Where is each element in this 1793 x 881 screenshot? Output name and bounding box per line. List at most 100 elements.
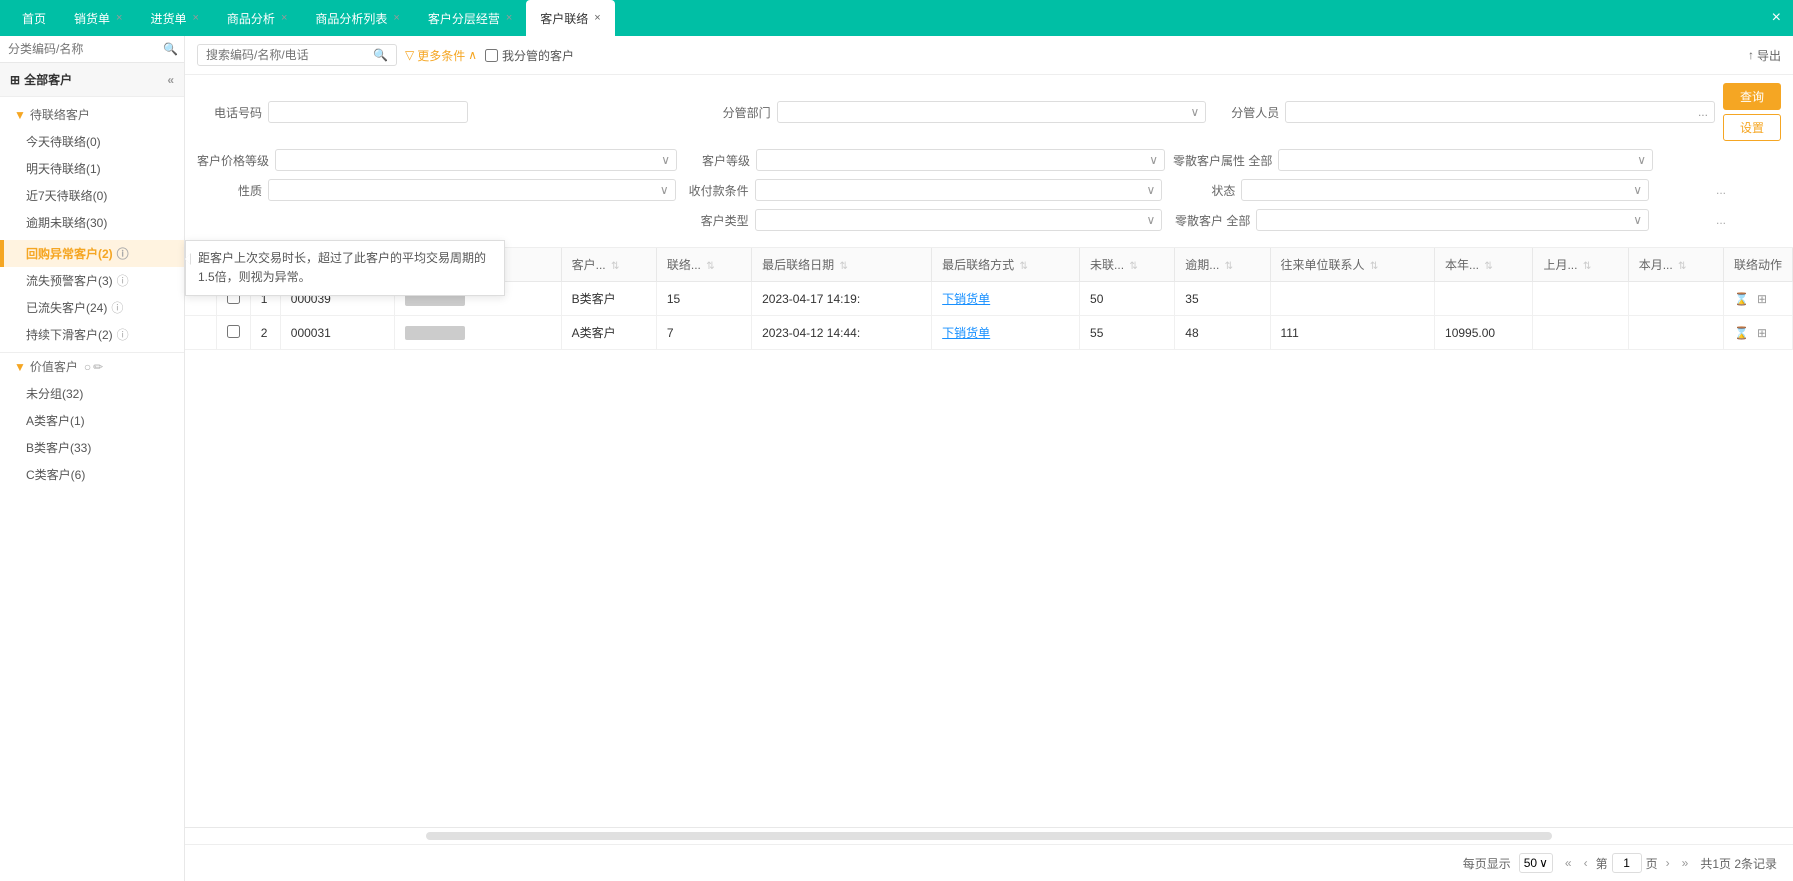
horizontal-scrollbar[interactable]: [426, 832, 1552, 840]
sidebar-search-icon[interactable]: 🔍: [163, 42, 178, 56]
all-customers-section: ⊞ 全部客户 «: [0, 63, 184, 97]
nav-customer-tier[interactable]: 客户分层经营 ×: [414, 0, 526, 36]
action-icon-1[interactable]: ⌛: [1734, 326, 1749, 340]
contact-col[interactable]: 联络... ⇅: [656, 248, 751, 282]
scattered-customer-select[interactable]: ∨: [1256, 209, 1649, 231]
this-month-col[interactable]: 本月... ⇅: [1628, 248, 1723, 282]
info-icon-loss[interactable]: ⓘ: [117, 272, 129, 289]
class-a-customers[interactable]: A类客户(1): [0, 407, 184, 434]
customer-type-label: 客户类型: [684, 212, 749, 229]
chevron-down-icon2: ∨: [661, 153, 670, 167]
today-pending[interactable]: 今天待联络(0): [0, 128, 184, 155]
tomorrow-pending[interactable]: 明天待联络(1): [0, 155, 184, 182]
action-icon-2[interactable]: ⊞: [1757, 326, 1767, 340]
scattered-attr-select[interactable]: ∨: [1278, 149, 1653, 171]
info-icon-lost[interactable]: ⓘ: [111, 299, 123, 316]
customer-type-select[interactable]: ∨: [755, 209, 1163, 231]
row-code: 000031: [280, 316, 395, 350]
row-checkbox[interactable]: [216, 316, 250, 350]
row-last-contact-method[interactable]: 下销货单: [932, 316, 1080, 350]
window-close-button[interactable]: ×: [1772, 9, 1781, 27]
chevron-down-icon8: ∨: [1147, 213, 1156, 227]
phone-input[interactable]: [268, 101, 468, 123]
action-icon-1[interactable]: ⌛: [1734, 292, 1749, 306]
repurchase-abnormal-item[interactable]: 回购异常客户(2) ⓘ: [0, 240, 184, 267]
filter-icon: ▽: [405, 48, 414, 62]
manager-field: 分管人员 ...: [1214, 101, 1715, 123]
unit-contact-col[interactable]: 往来单位联系人 ⇅: [1270, 248, 1435, 282]
first-page-button[interactable]: «: [1561, 854, 1576, 872]
pending-contact-title[interactable]: ▼ 待联络客户: [0, 101, 184, 128]
customer-level-select[interactable]: ∨: [756, 149, 1165, 171]
loss-warning[interactable]: 流失预警客户(3) ⓘ: [0, 267, 184, 294]
page-number-input[interactable]: [1612, 853, 1642, 873]
info-icon-decline[interactable]: ⓘ: [117, 326, 129, 343]
sort-icon-date: ⇅: [839, 261, 847, 272]
action-icon-2[interactable]: ⊞: [1757, 292, 1767, 306]
row-actions: ⌛ ⊞: [1723, 282, 1792, 316]
close-customer-tier[interactable]: ×: [506, 12, 512, 24]
overdue-col[interactable]: 逾期... ⇅: [1175, 248, 1270, 282]
settings-button[interactable]: 设置: [1723, 114, 1781, 141]
this-year-col[interactable]: 本年... ⇅: [1435, 248, 1533, 282]
contact-method-link[interactable]: 下销货单: [942, 292, 990, 306]
pagination-bar: 每页显示 50 ∨ « ‹ 第 页 › » 共1页 2条记录: [185, 844, 1793, 881]
uncontacted-col[interactable]: 未联... ⇅: [1080, 248, 1175, 282]
collapse-button[interactable]: «: [167, 73, 174, 87]
more-filter-dots2[interactable]: ...: [1661, 213, 1781, 227]
query-button[interactable]: 查询: [1723, 83, 1781, 110]
payment-select[interactable]: ∨: [755, 179, 1163, 201]
nav-product-analysis[interactable]: 商品分析 ×: [213, 0, 301, 36]
edit-icon2[interactable]: ✏: [93, 360, 103, 374]
level-col[interactable]: 客户... ⇅: [561, 248, 656, 282]
close-product-analysis-list[interactable]: ×: [393, 12, 399, 24]
close-sales-order[interactable]: ×: [116, 12, 122, 24]
close-product-analysis[interactable]: ×: [281, 12, 287, 24]
nav-sales-order[interactable]: 销货单 ×: [60, 0, 136, 36]
row-actions: ⌛ ⊞: [1723, 316, 1792, 350]
info-icon[interactable]: ⓘ: [117, 245, 129, 262]
continuous-decline[interactable]: 持续下滑客户(2) ⓘ: [0, 321, 184, 348]
unclassified-group[interactable]: 未分组(32): [0, 380, 184, 407]
sidebar-search-input[interactable]: [8, 42, 163, 56]
department-select[interactable]: ∨: [777, 101, 1207, 123]
my-customers-checkbox[interactable]: [485, 49, 498, 62]
price-level-select[interactable]: ∨: [275, 149, 677, 171]
row-name: [395, 316, 561, 350]
next-page-button[interactable]: ›: [1662, 854, 1674, 872]
nature-select[interactable]: ∨: [268, 179, 676, 201]
per-page-select[interactable]: 50 ∨: [1519, 853, 1553, 873]
edit-icon[interactable]: ○: [84, 360, 91, 374]
search-icon[interactable]: 🔍: [373, 48, 388, 62]
overdue-not-contacted[interactable]: 逾期未联络(30): [0, 209, 184, 236]
nav-product-analysis-list[interactable]: 商品分析列表 ×: [301, 0, 413, 36]
nav-customer-contact[interactable]: 客户联络 ×: [526, 0, 614, 36]
manager-select[interactable]: ...: [1285, 101, 1715, 123]
close-customer-contact[interactable]: ×: [594, 12, 600, 24]
row-select-checkbox[interactable]: [227, 325, 240, 338]
class-c-customers[interactable]: C类客户(6): [0, 461, 184, 488]
close-purchase-order[interactable]: ×: [192, 12, 198, 24]
filter-bar: 🔍 ▽ 更多条件 ∧ 我分管的客户 ↑ 导出: [185, 36, 1793, 75]
more-filter-dots[interactable]: ...: [1661, 183, 1781, 197]
status-select[interactable]: ∨: [1241, 179, 1649, 201]
payment-condition-field: 收付款条件 ∨: [684, 179, 1163, 201]
value-customer-group-title[interactable]: ▼ 价值客户 ○ ✏: [0, 352, 184, 380]
row-overdue: 48: [1175, 316, 1270, 350]
class-b-customers[interactable]: B类客户(33): [0, 434, 184, 461]
search-input[interactable]: [206, 48, 373, 62]
last-contact-date-col[interactable]: 最后联络日期 ⇅: [752, 248, 932, 282]
row-last-contact-method[interactable]: 下销货单: [932, 282, 1080, 316]
more-conditions-button[interactable]: ▽ 更多条件 ∧: [405, 47, 477, 64]
export-button[interactable]: ↑ 导出: [1748, 47, 1781, 64]
nav-purchase-order[interactable]: 进货单 ×: [136, 0, 212, 36]
last-page-button[interactable]: »: [1678, 854, 1693, 872]
last-contact-method-col[interactable]: 最后联络方式 ⇅: [932, 248, 1080, 282]
contact-method-link[interactable]: 下销货单: [942, 326, 990, 340]
last-month-col[interactable]: 上月... ⇅: [1533, 248, 1628, 282]
customer-name-blur: [405, 326, 465, 340]
prev-page-button[interactable]: ‹: [1580, 854, 1592, 872]
week-pending[interactable]: 近7天待联络(0): [0, 182, 184, 209]
already-lost[interactable]: 已流失客户(24) ⓘ: [0, 294, 184, 321]
nav-home[interactable]: 首页: [8, 0, 60, 36]
